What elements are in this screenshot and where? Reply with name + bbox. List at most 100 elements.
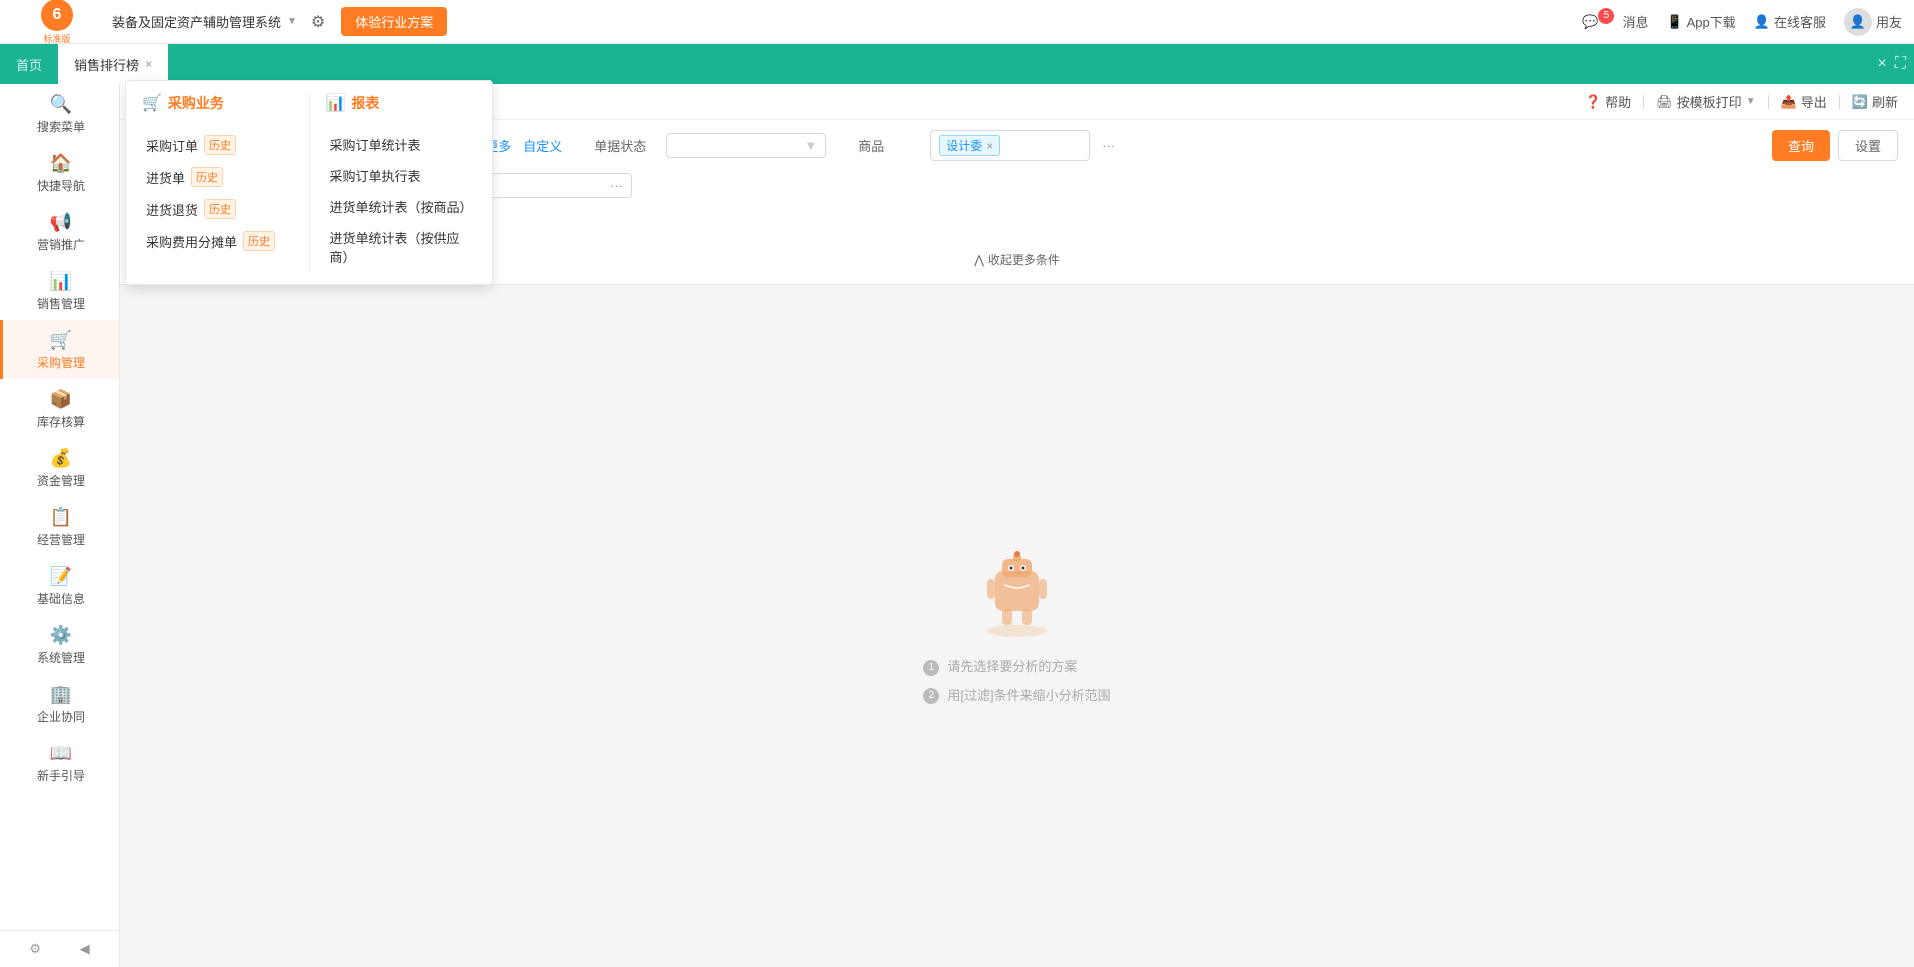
user-item[interactable]: 👤 用友 — [1844, 8, 1902, 36]
sidebar-item-system[interactable]: ⚙️ 系统管理 — [0, 615, 119, 674]
sidebar-item-purchase[interactable]: 🛒 采购管理 — [0, 320, 119, 379]
status-input[interactable]: ▼ — [666, 133, 826, 158]
tab-sales-rank-label: 销售排行榜 — [74, 55, 139, 74]
message-icon: 💬 — [1582, 14, 1598, 30]
tabbar-expand-icon[interactable]: ⛶ — [1895, 55, 1906, 73]
date-shortcut-custom[interactable]: 自定义 — [523, 136, 562, 155]
phone-icon: 📱 — [1666, 14, 1682, 30]
sidebar-item-marketing[interactable]: 📢 营销推广 — [0, 202, 119, 261]
message-badge: 5 — [1598, 8, 1614, 24]
tab-sales-rank[interactable]: 销售排行榜 × — [58, 44, 168, 84]
export-label: 导出 — [1801, 92, 1827, 111]
sidebar-item-label: 库存核算 — [37, 413, 85, 430]
messages-item[interactable]: 💬 5 消息 — [1582, 12, 1648, 31]
guide-icon: 📖 — [50, 743, 72, 764]
dropdown-item-purchase-order[interactable]: 采购订单 历史 — [142, 129, 293, 161]
logo-icon: 6 — [41, 0, 73, 31]
system-icon: ⚙️ — [50, 625, 72, 646]
online-service-label: 在线客服 — [1774, 12, 1826, 31]
goods-tag-remove[interactable]: × — [986, 139, 993, 153]
sidebar-item-guide[interactable]: 📖 新手引导 — [0, 733, 119, 792]
empty-icon — [967, 541, 1067, 641]
sidebar: 🔍 搜索菜单 🏠 快捷导航 📢 营销推广 📊 销售管理 🛒 采购管理 📦 库存核… — [0, 84, 120, 967]
sidebar-item-inventory[interactable]: 📦 库存核算 — [0, 379, 119, 438]
print-dropdown-icon[interactable]: ▼ — [1746, 96, 1756, 107]
sidebar-item-search-menu[interactable]: 🔍 搜索菜单 — [0, 84, 119, 143]
sidebar-item-label: 企业协同 — [37, 708, 85, 725]
sidebar-settings-icon[interactable]: ⚙ — [29, 941, 41, 957]
operation-icon: 📋 — [50, 507, 72, 528]
sidebar-item-label: 经营管理 — [37, 531, 85, 548]
online-service-item[interactable]: 👤 在线客服 — [1754, 12, 1826, 31]
dropdown-item-order-exec[interactable]: 采购订单执行表 — [326, 160, 477, 191]
history-tag-2: 历史 — [191, 167, 223, 187]
marketing-icon: 📢 — [50, 212, 72, 233]
dropdown-col2-title-label: 报表 — [351, 93, 379, 113]
settings-icon[interactable]: ⚙ — [311, 12, 325, 32]
enterprise-icon: 🏢 — [50, 684, 72, 705]
goods-label: 商品 — [858, 136, 918, 155]
system-dropdown-arrow[interactable]: ▼ — [287, 16, 297, 27]
dropdown-col1-title: 🛒 采购业务 — [142, 93, 293, 119]
app-download-label: App下载 — [1687, 12, 1736, 31]
dropdown-item-label: 采购订单执行表 — [330, 166, 421, 185]
settings-button[interactable]: 设置 — [1838, 130, 1898, 161]
topbar-right: 💬 5 消息 📱 App下载 👤 在线客服 👤 用友 — [1582, 8, 1902, 36]
goods-tag: 设计委 × — [939, 135, 1000, 156]
status-label: 单据状态 — [594, 136, 654, 155]
print-item[interactable]: 🖨 按模板打印 ▼ — [1656, 92, 1755, 111]
empty-hint-2: 用[过滤]条件来缩小分析范围 — [947, 682, 1110, 711]
user-avatar: 👤 — [1844, 8, 1872, 36]
dropdown-item-inbound-by-goods[interactable]: 进货单统计表（按商品） — [326, 191, 477, 222]
system-info: 装备及固定资产辅助管理系统 ▼ ⚙ 体验行业方案 — [112, 7, 1582, 36]
topbar: 6 标准版 装备及固定资产辅助管理系统 ▼ ⚙ 体验行业方案 💬 5 消息 📱 … — [0, 0, 1914, 44]
sidebar-item-operation[interactable]: 📋 经营管理 — [0, 497, 119, 556]
sidebar-item-label: 营销推广 — [37, 236, 85, 253]
sidebar-item-label: 快捷导航 — [37, 177, 85, 194]
dropdown-item-inbound-by-supplier[interactable]: 进货单统计表（按供应商） — [326, 222, 477, 272]
help-icon: ❓ — [1585, 94, 1601, 110]
tab-home-label: 首页 — [16, 55, 42, 74]
basic-info-icon: 📝 — [50, 566, 72, 587]
filter-actions: 查询 设置 — [1772, 130, 1898, 161]
tabbar-close-icon[interactable]: × — [1877, 55, 1886, 73]
dropdown-item-label: 采购费用分摊单 — [146, 232, 237, 251]
goods-more-icon[interactable]: ··· — [1102, 138, 1115, 153]
dropdown-item-inbound[interactable]: 进货单 历史 — [142, 161, 293, 193]
dropdown-col-business: 🛒 采购业务 采购订单 历史 进货单 历史 进货退货 历史 采购费用分摊单 历史 — [126, 93, 309, 272]
trial-button[interactable]: 体验行业方案 — [341, 7, 447, 36]
purchase-dropdown-menu: 🛒 采购业务 采购订单 历史 进货单 历史 进货退货 历史 采购费用分摊单 历史… — [125, 80, 493, 285]
sidebar-item-label: 销售管理 — [37, 295, 85, 312]
sidebar-item-enterprise[interactable]: 🏢 企业协同 — [0, 674, 119, 733]
salesperson-input[interactable]: ··· — [472, 173, 632, 198]
empty-hints: 1 请先选择要分析的方案 2 用[过滤]条件来缩小分析范围 — [923, 653, 1110, 710]
tab-close-icon[interactable]: × — [145, 57, 152, 71]
tab-home[interactable]: 首页 — [0, 44, 58, 84]
sidebar-item-label: 系统管理 — [37, 649, 85, 666]
dropdown-item-expense[interactable]: 采购费用分摊单 历史 — [142, 225, 293, 257]
print-icon: 🖨 — [1656, 94, 1673, 110]
query-button[interactable]: 查询 — [1772, 130, 1830, 161]
sidebar-item-sales[interactable]: 📊 销售管理 — [0, 261, 119, 320]
purchase-icon: 🛒 — [50, 330, 72, 351]
empty-hint-1: 请先选择要分析的方案 — [947, 653, 1077, 682]
logo-sub: 标准版 — [43, 32, 70, 45]
dropdown-item-label: 进货退货 — [146, 200, 198, 219]
export-item[interactable]: 📤 导出 — [1781, 92, 1827, 111]
sidebar-item-label: 采购管理 — [37, 354, 85, 371]
dropdown-item-order-stat[interactable]: 采购订单统计表 — [326, 129, 477, 160]
help-item[interactable]: ❓ 帮助 — [1585, 92, 1631, 111]
dropdown-item-label: 采购订单统计表 — [330, 135, 421, 154]
sidebar-item-finance[interactable]: 💰 资金管理 — [0, 438, 119, 497]
goods-input[interactable]: 设计委 × — [930, 130, 1090, 161]
app-download-item[interactable]: 📱 App下载 — [1666, 12, 1735, 31]
dropdown-col2-title: 📊 报表 — [326, 93, 477, 119]
sidebar-item-quick-nav[interactable]: 🏠 快捷导航 — [0, 143, 119, 202]
inventory-icon: 📦 — [50, 389, 72, 410]
refresh-item[interactable]: 🔄 刷新 — [1852, 92, 1898, 111]
sidebar-collapse-icon[interactable]: ◀ — [80, 941, 90, 957]
print-label: 按模板打印 — [1677, 92, 1742, 111]
salesperson-more[interactable]: ··· — [610, 178, 623, 193]
sidebar-item-basic-info[interactable]: 📝 基础信息 — [0, 556, 119, 615]
dropdown-item-return[interactable]: 进货退货 历史 — [142, 193, 293, 225]
